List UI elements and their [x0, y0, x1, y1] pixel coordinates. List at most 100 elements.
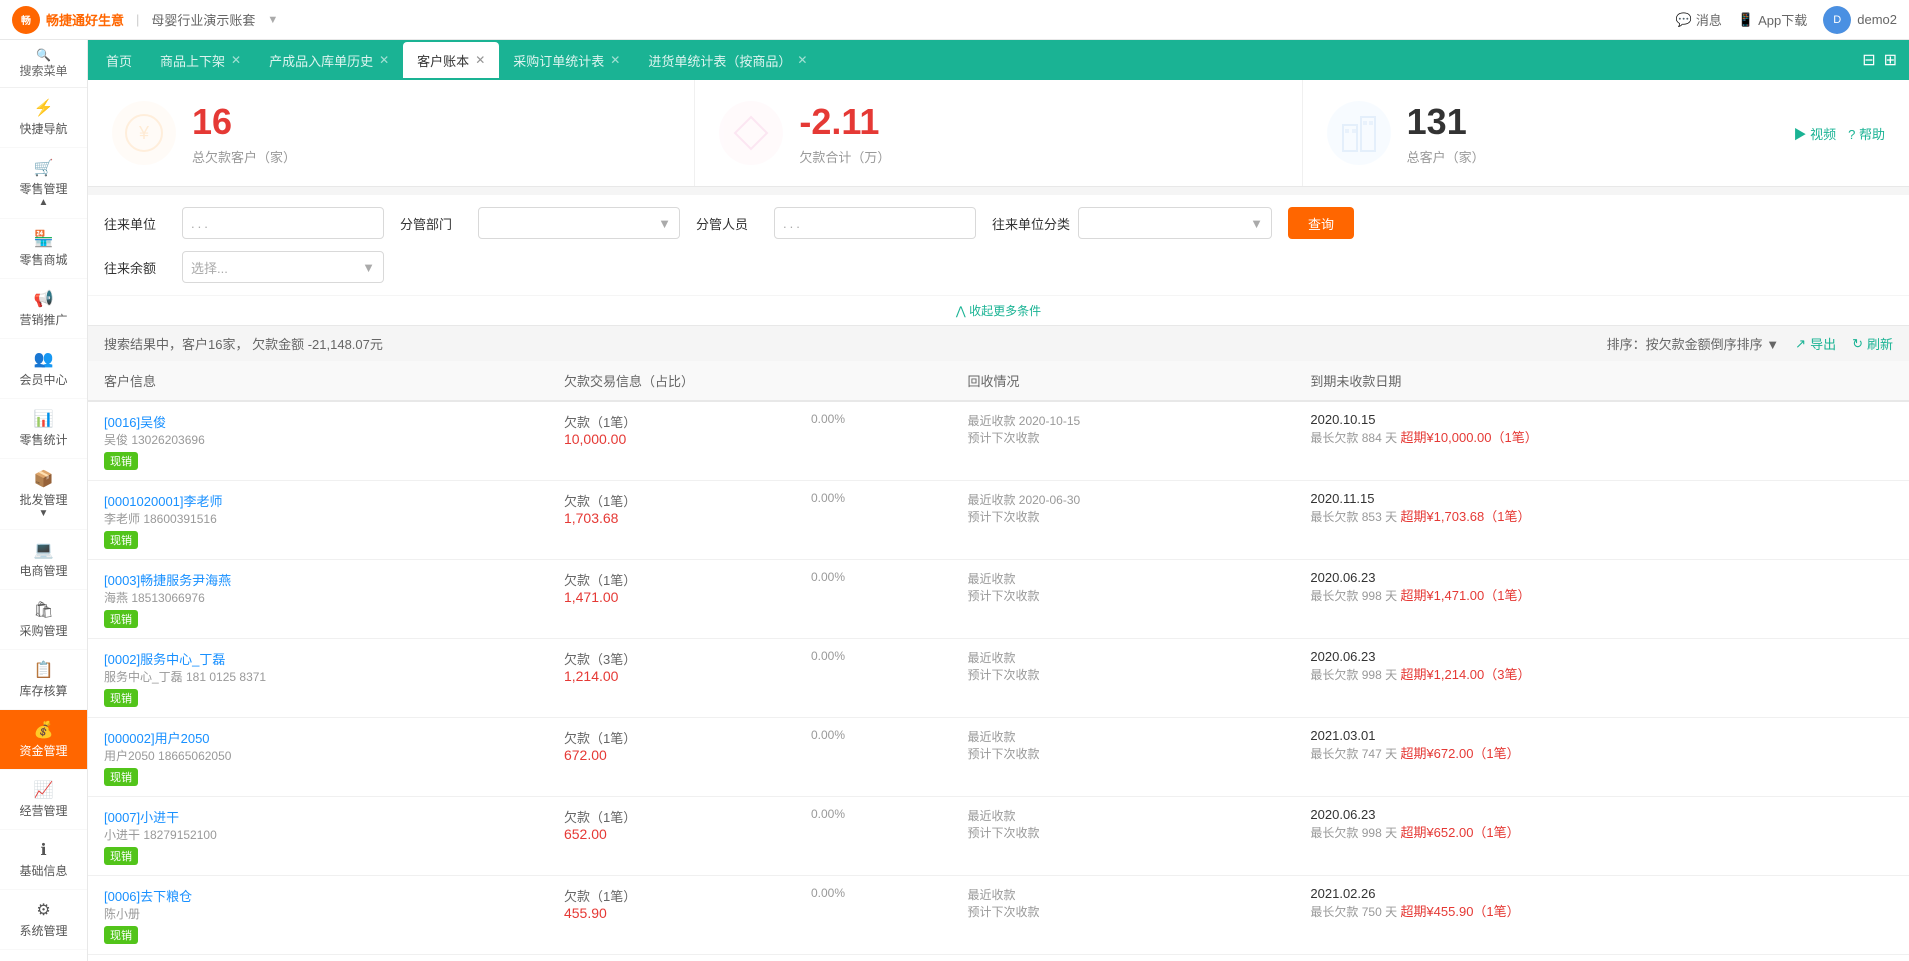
results-info: 搜索结果中，客户16家， 欠款金额 -21,148.07元 — [104, 334, 383, 353]
collection-next: 预计下次收款 — [967, 824, 1278, 841]
sidebar-item-jichuxx[interactable]: ℹ 基础信息 — [0, 830, 87, 890]
filter-item-category: 往来单位分类 ▼ — [992, 207, 1272, 239]
sidebar-item-caigou[interactable]: 🛍 采购管理 — [0, 590, 87, 650]
debt-percent-cell: 0.00% — [795, 718, 951, 797]
customer-name-link[interactable]: [0006]去下粮仓 — [104, 886, 532, 905]
customer-name-link[interactable]: [0002]服务中心_丁磊 — [104, 649, 532, 668]
sidebar-item-qiyext[interactable]: 🤝 企业协同 — [0, 950, 87, 961]
overdue-amount-link[interactable]: 超期¥455.90（1笔） — [1400, 904, 1519, 919]
table-row: [000001]黄思源 黄思源 13552700226 现销 欠款（1笔） 42… — [88, 955, 1909, 961]
tab-incoming-stats[interactable]: 进货单统计表（按商品） ✕ — [634, 42, 821, 78]
overdue-amount-link[interactable]: 超期¥1,703.68（1笔） — [1400, 509, 1530, 524]
collection-date: 最近收款 2020-06-30 — [967, 491, 1278, 508]
maximize-icon[interactable]: ⊞ — [1884, 50, 1897, 70]
sidebar-item-jingying[interactable]: 📈 经营管理 — [0, 770, 87, 830]
tab-home[interactable]: 首页 — [92, 42, 146, 78]
balance-value: 选择... — [191, 258, 228, 277]
tab-customer-close[interactable]: ✕ — [475, 53, 485, 67]
sidebar-label-kucun: 库存核算 — [4, 682, 83, 699]
search-button[interactable]: 查询 — [1288, 207, 1354, 239]
due-date-cell: 2020.12.30 最长欠款 808 天 超期¥429.00（1笔） — [1294, 955, 1909, 961]
tab-production-close[interactable]: ✕ — [379, 53, 389, 67]
stat-label-3: 总客户（家） — [1407, 147, 1485, 166]
stat-info-3: 131 总客户（家） — [1407, 100, 1485, 166]
sidebar-item-xitong[interactable]: ⚙ 系统管理 — [0, 890, 87, 950]
customer-name-link[interactable]: [0001020001]李老师 — [104, 491, 532, 510]
overdue-amount-link[interactable]: 超期¥10,000.00（1笔） — [1400, 430, 1537, 445]
sidebar-item-kucun[interactable]: 📋 库存核算 — [0, 650, 87, 710]
debt-amount-link[interactable]: 1,214.00 — [564, 668, 779, 684]
company-arrow: ▼ — [267, 14, 278, 26]
debt-percent: 0.00% — [811, 728, 935, 742]
tab-production[interactable]: 产成品入库单历史 ✕ — [255, 42, 403, 78]
customer-name-link[interactable]: [0007]小进干 — [104, 807, 532, 826]
tab-purchase-close[interactable]: ✕ — [610, 53, 620, 67]
sort-chevron: ▼ — [1766, 337, 1779, 352]
top-bar-left: 畅 畅捷通好生意 | 母婴行业演示账套 ▼ — [12, 6, 278, 34]
debt-amount-link[interactable]: 1,471.00 — [564, 589, 779, 605]
refresh-btn[interactable]: ↻ 刷新 — [1852, 334, 1893, 353]
unit-input[interactable]: ... — [182, 207, 384, 239]
balance-select[interactable]: 选择... ▼ — [182, 251, 384, 283]
debt-amount-link[interactable]: 672.00 — [564, 747, 779, 763]
customer-name-link[interactable]: [0003]畅捷服务尹海燕 — [104, 570, 532, 589]
overdue-amount-link[interactable]: 超期¥672.00（1笔） — [1400, 746, 1519, 761]
tab-products-label: 商品上下架 — [160, 51, 225, 70]
dept-select[interactable]: ▼ — [478, 207, 680, 239]
stat-info-2: -2.11 欠款合计（万） — [799, 100, 890, 166]
tab-customer-account[interactable]: 客户账本 ✕ — [403, 42, 499, 78]
overdue-amount-link[interactable]: 超期¥1,214.00（3笔） — [1400, 667, 1530, 682]
sidebar-item-yingxiao[interactable]: 📢 营销推广 — [0, 279, 87, 339]
sidebar-item-zijin[interactable]: 💰 资金管理 — [0, 710, 87, 770]
overdue-amount-link[interactable]: 超期¥652.00（1笔） — [1400, 825, 1519, 840]
overdue-date: 2020.10.15 — [1310, 412, 1893, 427]
collapse-more-btn[interactable]: ⋀ 收起更多条件 — [88, 295, 1909, 325]
tab-incoming-close[interactable]: ✕ — [797, 53, 807, 67]
debt-count: 欠款（3笔） — [564, 649, 779, 668]
sidebar-item-dianshang[interactable]: 💻 电商管理 — [0, 530, 87, 590]
debt-amount-link[interactable]: 652.00 — [564, 826, 779, 842]
sidebar-item-shangcheng[interactable]: 🏪 零售商城 — [0, 219, 87, 279]
sidebar-item-huiyuan[interactable]: 👥 会员中心 — [0, 339, 87, 399]
sidebar-item-kuaijie[interactable]: ⚡ 快捷导航 — [0, 88, 87, 148]
sidebar-nav: ⚡ 快捷导航 🛒 零售管理 ▲ 🏪 零售商城 📢 营销推广 👥 — [0, 88, 87, 961]
sidebar-item-lingshoutj[interactable]: 📊 零售统计 — [0, 399, 87, 459]
sort-value[interactable]: 按欠款金额倒序排序 ▼ — [1646, 337, 1780, 352]
sidebar-label-shangcheng: 零售商城 — [4, 251, 83, 268]
sidebar-search[interactable]: 🔍 搜索菜单 — [0, 40, 87, 88]
category-select[interactable]: ▼ — [1078, 207, 1272, 239]
minimize-icon[interactable]: ⊟ — [1862, 50, 1875, 70]
tab-products-close[interactable]: ✕ — [231, 53, 241, 67]
export-btn[interactable]: ↗ 导出 — [1795, 334, 1836, 353]
collection-next: 预计下次收款 — [967, 429, 1278, 446]
status-badge: 现销 — [104, 452, 138, 470]
customer-name-link[interactable]: [0016]吴俊 — [104, 412, 532, 431]
help-btn[interactable]: ? 帮助 — [1848, 124, 1885, 143]
user-area[interactable]: D demo2 — [1823, 6, 1897, 34]
person-input[interactable]: ... — [774, 207, 976, 239]
customer-cell: [0016]吴俊 吴俊 13026203696 现销 — [88, 401, 548, 481]
debt-amount-link[interactable]: 1,703.68 — [564, 510, 779, 526]
stat-icon-money: ¥ — [112, 101, 176, 165]
tabs-bar: 首页 商品上下架 ✕ 产成品入库单历史 ✕ 客户账本 ✕ 采购订单统计表 ✕ — [88, 40, 1909, 80]
debt-amount-link[interactable]: 455.90 — [564, 905, 779, 921]
collection-next: 预计下次收款 — [967, 745, 1278, 762]
overdue-amount-link[interactable]: 超期¥1,471.00（1笔） — [1400, 588, 1530, 603]
app-download-btn[interactable]: 📱 App下载 — [1738, 10, 1807, 29]
collection-cell: 最近收款 预计下次收款 — [951, 718, 1294, 797]
tab-incoming-label: 进货单统计表（按商品） — [648, 51, 791, 70]
overdue-date: 2020.06.23 — [1310, 649, 1893, 664]
sidebar-item-lingshouguan[interactable]: 🛒 零售管理 ▲ — [0, 148, 87, 219]
tab-purchase-label: 采购订单统计表 — [513, 51, 604, 70]
table-header: 客户信息 欠款交易信息（占比） 回收情况 到期未收款日期 — [88, 361, 1909, 401]
tab-purchase-stats[interactable]: 采购订单统计表 ✕ — [499, 42, 634, 78]
video-btn[interactable]: ▶ 视频 — [1793, 124, 1836, 143]
customer-name-link[interactable]: [000002]用户2050 — [104, 728, 532, 747]
filter-label-balance: 往来余额 — [104, 258, 174, 277]
top-bar-right: 💬 消息 📱 App下载 D demo2 — [1676, 6, 1897, 34]
tab-products[interactable]: 商品上下架 ✕ — [146, 42, 255, 78]
due-date-cell: 2020.11.15 最长欠款 853 天 超期¥1,703.68（1笔） — [1294, 481, 1909, 560]
message-btn[interactable]: 💬 消息 — [1676, 10, 1722, 29]
sidebar-item-pifa[interactable]: 📦 批发管理 ▼ — [0, 459, 87, 530]
debt-amount-link[interactable]: 10,000.00 — [564, 431, 779, 447]
